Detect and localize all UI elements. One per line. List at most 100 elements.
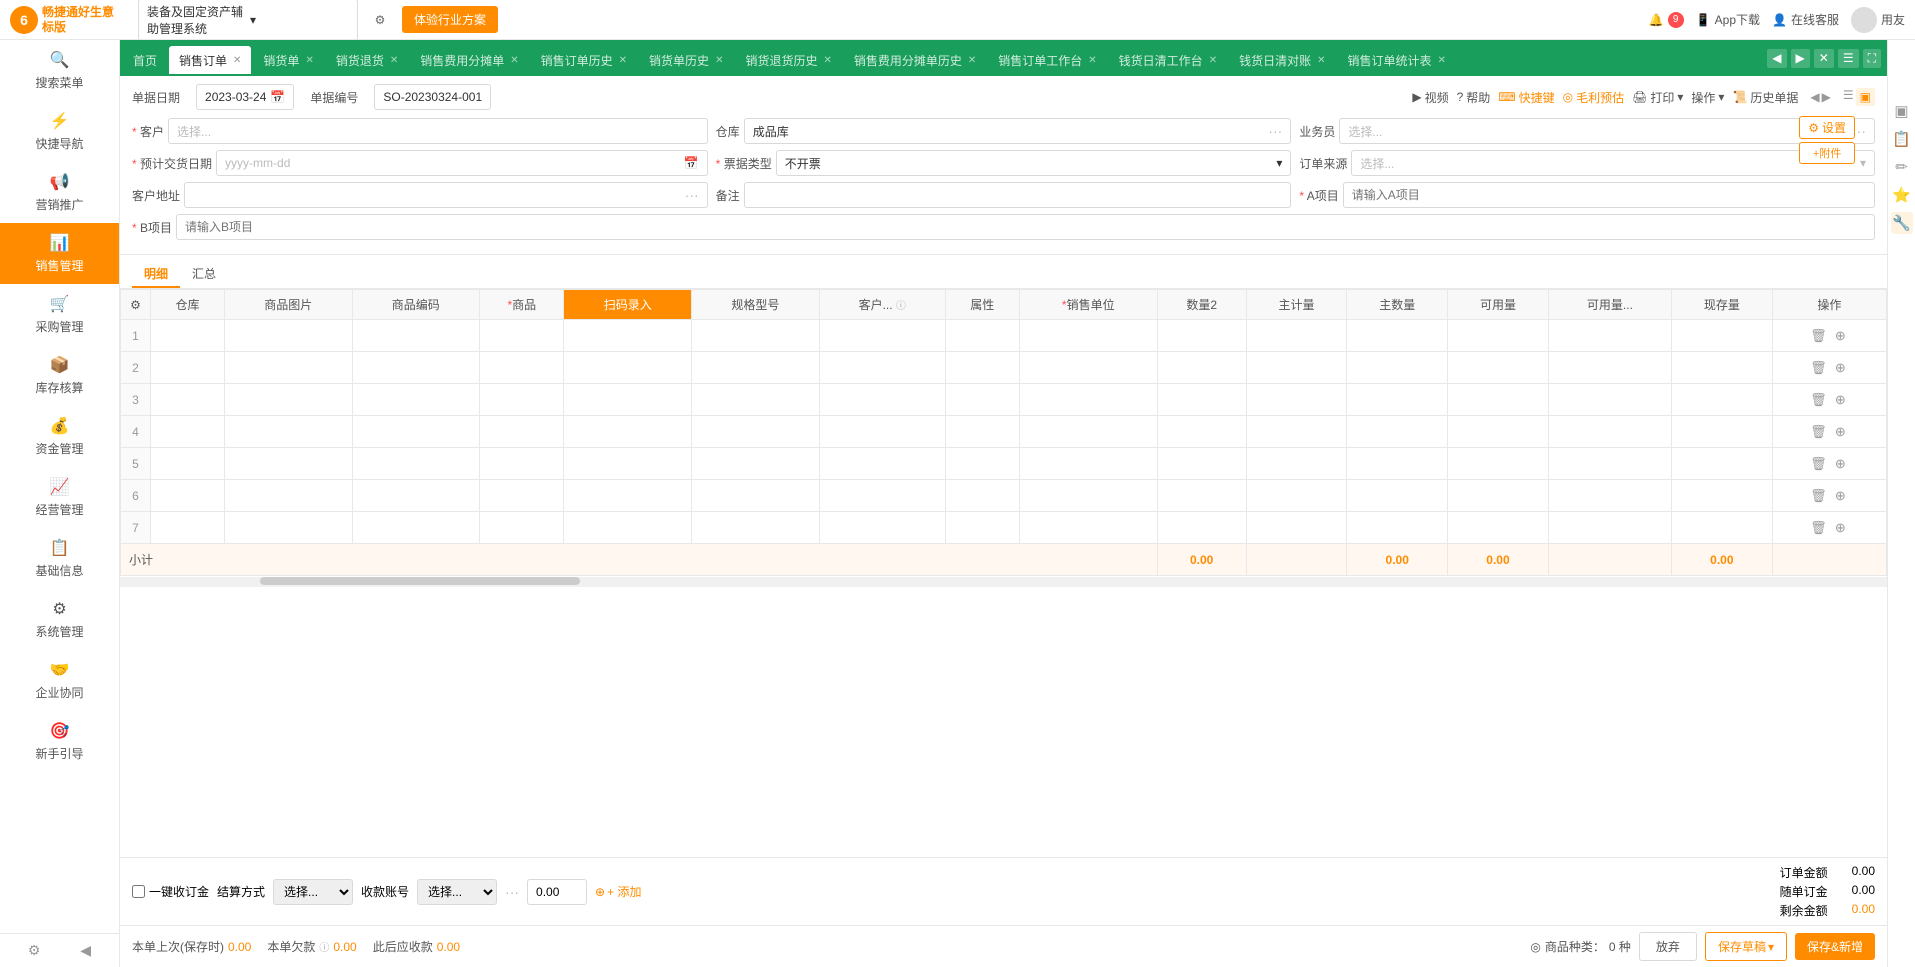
sidebar-item-purchase[interactable]: 🛒 采购管理 <box>0 284 119 345</box>
system-selector[interactable]: 装备及固定资产辅助管理系统 ▾ <box>138 0 358 41</box>
order-source-input[interactable]: 选择... ▾ <box>1351 150 1875 176</box>
col-scan[interactable]: 扫码录入 <box>564 290 692 320</box>
copy-btn[interactable]: ⊕ <box>1830 422 1850 442</box>
sidebar-item-basic-info[interactable]: 📋 基础信息 <box>0 528 119 589</box>
b-project-input[interactable] <box>176 214 1875 240</box>
app-download-item[interactable]: 📱 App下载 <box>1696 11 1760 28</box>
close-icon[interactable]: ✕ <box>1438 55 1446 66</box>
list-view-icon[interactable]: ☰ <box>1843 88 1854 106</box>
close-icon[interactable]: ✕ <box>823 55 831 66</box>
side-action-2[interactable]: 📋 <box>1891 128 1913 150</box>
save-draft-btn[interactable]: 保存草稿 ▾ <box>1705 932 1787 961</box>
copy-btn[interactable]: ⊕ <box>1830 518 1850 538</box>
invoice-select[interactable]: 不开票 ▾ <box>776 150 1292 176</box>
tab-order-history[interactable]: 销售订单历史 ✕ <box>531 46 637 74</box>
grid-view-icon[interactable]: ▣ <box>1856 88 1875 106</box>
delete-btn[interactable]: 🗑 <box>1808 486 1828 506</box>
save-new-btn[interactable]: 保存&新增 <box>1795 933 1875 960</box>
tab-close-btn[interactable]: ✕ <box>1814 49 1834 68</box>
sidebar-collapse-btn[interactable]: ◀ <box>80 942 91 959</box>
tab-sales-slip[interactable]: 销货单 ✕ <box>253 46 323 74</box>
close-icon[interactable]: ✕ <box>510 55 518 66</box>
date-field[interactable]: 2023-03-24 📅 <box>196 84 294 110</box>
delete-btn[interactable]: 🗑 <box>1808 422 1828 442</box>
sidebar-item-operations[interactable]: 📈 经营管理 <box>0 467 119 528</box>
copy-btn[interactable]: ⊕ <box>1830 454 1850 474</box>
warehouse-input[interactable]: 成品库 ··· <box>744 118 1292 144</box>
sidebar-item-sales[interactable]: 📊 销售管理 <box>0 223 119 284</box>
copy-btn[interactable]: ⊕ <box>1830 486 1850 506</box>
tab-detail[interactable]: 明细 <box>132 261 180 288</box>
more-icon[interactable]: ··· <box>505 884 519 900</box>
delete-btn[interactable]: 🗑 <box>1808 390 1828 410</box>
tab-home[interactable]: 首页 <box>123 46 167 74</box>
online-service-item[interactable]: 👤 在线客服 <box>1772 11 1839 28</box>
side-action-5[interactable]: 🔧 <box>1891 212 1913 234</box>
tab-return-history[interactable]: 销货退货历史 ✕ <box>735 46 841 74</box>
side-action-3[interactable]: ✏ <box>1891 156 1913 178</box>
nav-next-icon[interactable]: ▶ <box>1822 90 1831 104</box>
address-input[interactable]: ··· <box>184 182 708 208</box>
tab-workbench[interactable]: 销售订单工作台 ✕ <box>988 46 1106 74</box>
nav-prev-icon[interactable]: ◀ <box>1810 90 1819 104</box>
tab-daily-reconcile[interactable]: 钱货日清对账 ✕ <box>1229 46 1335 74</box>
a-project-input[interactable] <box>1343 182 1875 208</box>
action-btn[interactable]: 操作 ▾ <box>1691 89 1724 106</box>
number-field[interactable]: SO-20230324-001 <box>374 84 491 110</box>
add-payment-btn[interactable]: ⊕ + 添加 <box>595 883 641 900</box>
settings-btn[interactable]: ⚙ 设置 <box>1799 116 1855 139</box>
delete-btn[interactable]: 🗑 <box>1808 358 1828 378</box>
account-select[interactable]: 选择... <box>417 879 497 905</box>
warehouse-more-icon[interactable]: ··· <box>1268 123 1282 139</box>
tab-slip-history[interactable]: 销货单历史 ✕ <box>639 46 733 74</box>
customer-input[interactable]: 选择... <box>168 118 708 144</box>
auto-checkout-checkbox[interactable]: 一键收订金 <box>132 883 209 900</box>
staff-input[interactable]: 选择... ··· <box>1339 118 1875 144</box>
sidebar-item-finance[interactable]: 💰 资金管理 <box>0 406 119 467</box>
side-action-4[interactable]: ⭐ <box>1891 184 1913 206</box>
settings-icon-button[interactable]: ⚙ <box>366 6 394 34</box>
sidebar-item-marketing[interactable]: 📢 营销推广 <box>0 162 119 223</box>
tab-cost-split[interactable]: 销售费用分摊单 ✕ <box>410 46 528 74</box>
scrollbar-thumb[interactable] <box>260 577 580 585</box>
copy-btn[interactable]: ⊕ <box>1830 358 1850 378</box>
close-icon[interactable]: ✕ <box>968 55 976 66</box>
sidebar-item-quicknav[interactable]: ⚡ 快捷导航 <box>0 101 119 162</box>
close-icon[interactable]: ✕ <box>390 55 398 66</box>
scrollbar-track[interactable] <box>120 577 1887 587</box>
sidebar-item-enterprise[interactable]: 🤝 企业协同 <box>0 650 119 711</box>
copy-btn[interactable]: ⊕ <box>1830 390 1850 410</box>
tab-summary[interactable]: 汇总 <box>180 261 228 288</box>
address-more-icon[interactable]: ··· <box>685 187 699 203</box>
profit-btn[interactable]: ◎ 毛利预估 <box>1563 89 1625 106</box>
side-action-1[interactable]: ▣ <box>1891 100 1913 122</box>
close-icon[interactable]: ✕ <box>619 55 627 66</box>
copy-btn[interactable]: ⊕ <box>1830 326 1850 346</box>
tab-menu-btn[interactable]: ☰ <box>1838 49 1859 68</box>
sidebar-item-search[interactable]: 🔍 搜索菜单 <box>0 40 119 101</box>
close-icon[interactable]: ✕ <box>305 55 313 66</box>
sidebar-settings-btn[interactable]: ⚙ <box>28 942 41 959</box>
close-icon[interactable]: ✕ <box>1088 55 1096 66</box>
industry-button[interactable]: 体验行业方案 <box>402 6 498 33</box>
auto-checkout-input[interactable] <box>132 885 145 898</box>
delete-btn[interactable]: 🗑 <box>1808 454 1828 474</box>
sidebar-item-newbie[interactable]: 🎯 新手引导 <box>0 711 119 772</box>
tab-sales-order[interactable]: 销售订单 ✕ <box>169 46 251 74</box>
delivery-input[interactable]: yyyy-mm-dd 📅 <box>216 150 708 176</box>
close-icon[interactable]: ✕ <box>1317 55 1325 66</box>
tab-return[interactable]: 销货退货 ✕ <box>326 46 408 74</box>
close-icon[interactable]: ✕ <box>233 55 241 66</box>
tab-cost-history[interactable]: 销售费用分摊单历史 ✕ <box>844 46 986 74</box>
payment-select[interactable]: 选择... <box>273 879 353 905</box>
tab-daily-workbench[interactable]: 钱货日清工作台 ✕ <box>1109 46 1227 74</box>
close-icon[interactable]: ✕ <box>715 55 723 66</box>
col-settings[interactable]: ⚙ <box>121 290 151 320</box>
notification-item[interactable]: 🔔 9 <box>1649 12 1684 28</box>
shortcut-btn[interactable]: ⌨ 快捷键 <box>1498 89 1554 106</box>
tab-fullscreen-btn[interactable]: ⛶ <box>1863 49 1881 68</box>
tab-next-btn[interactable]: ▶ <box>1791 49 1810 68</box>
history-btn[interactable]: 📜 历史单据 <box>1732 89 1798 106</box>
remark-input[interactable] <box>744 182 1292 208</box>
print-btn[interactable]: 🖨 打印 ▾ <box>1632 89 1683 106</box>
